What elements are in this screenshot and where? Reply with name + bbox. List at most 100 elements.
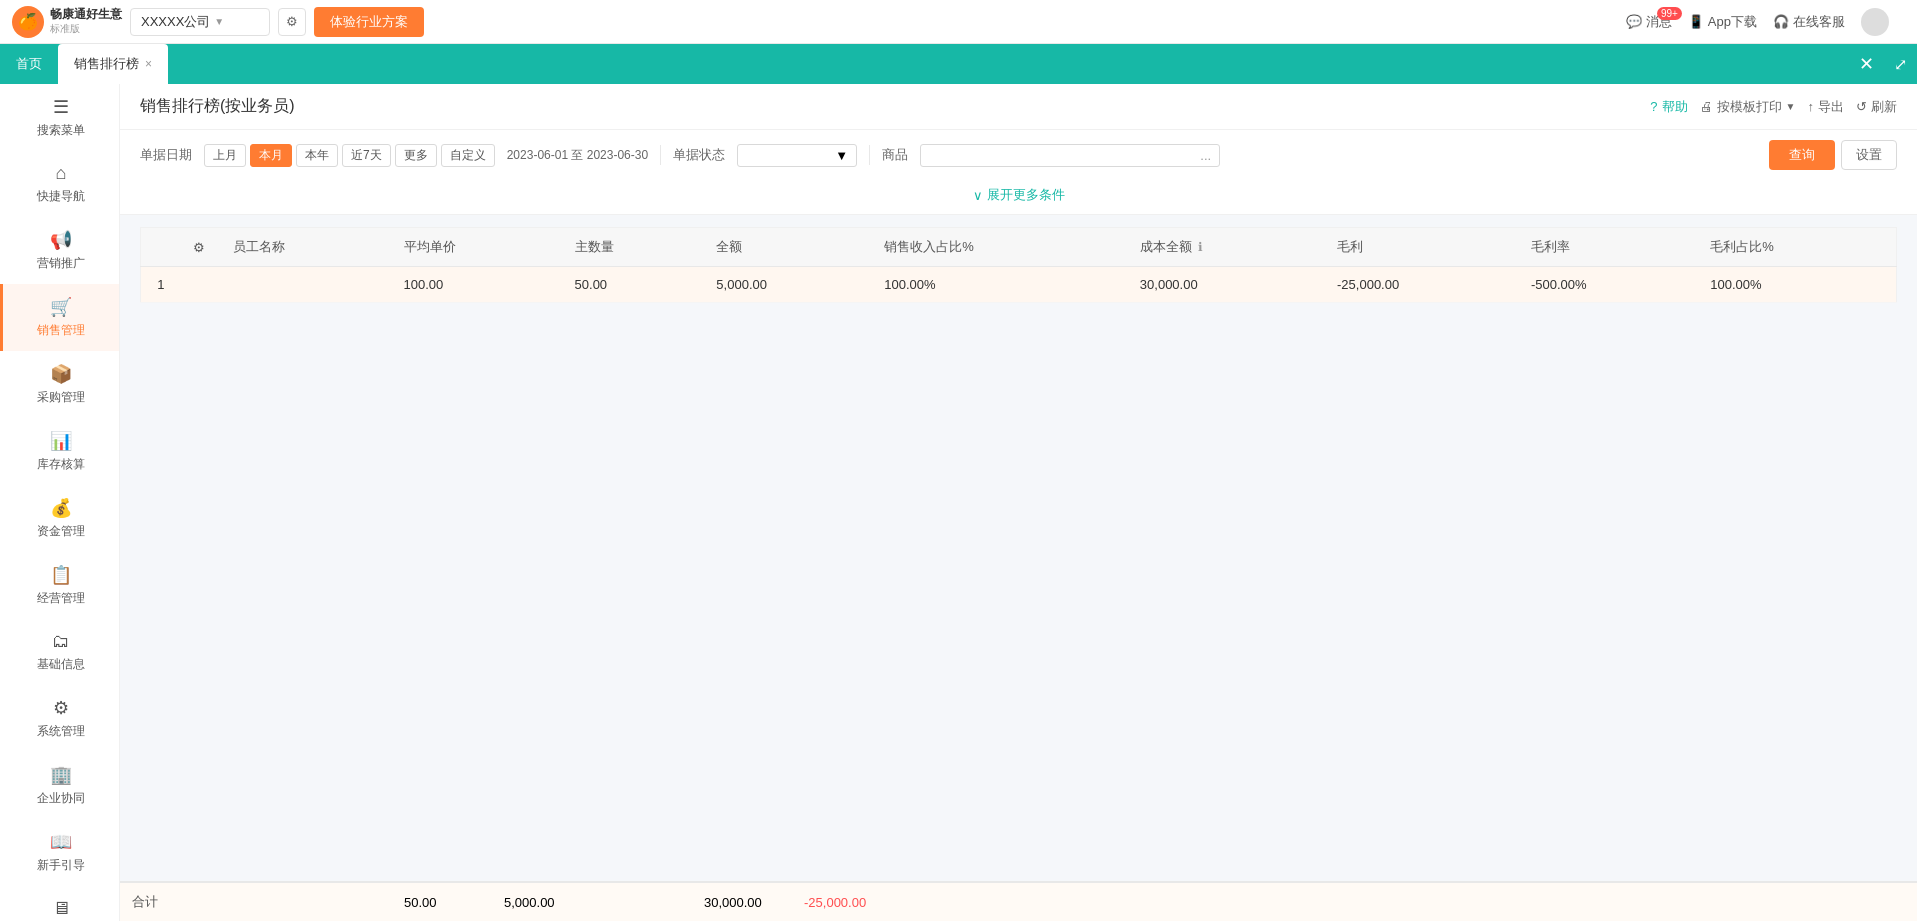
date-buttons: 上月本月本年近7天更多自定义 — [204, 144, 495, 167]
sidebar-icon-5: 📊 — [50, 430, 72, 452]
sidebar-label-1: 快捷导航 — [37, 188, 85, 205]
filter-divider2 — [869, 145, 870, 165]
export-button[interactable]: ↑ 导出 — [1808, 98, 1845, 116]
total-header: 全额 — [704, 228, 872, 267]
date-btn-更多[interactable]: 更多 — [395, 144, 437, 167]
rank-header — [141, 228, 181, 267]
sidebar-label-8: 基础信息 — [37, 656, 85, 673]
date-range: 2023-06-01 至 2023-06-30 — [507, 147, 648, 164]
sidebar-label-7: 经营管理 — [37, 590, 85, 607]
sidebar-item-6[interactable]: 💰资金管理 — [0, 485, 119, 552]
status-select[interactable]: ▼ — [737, 144, 857, 167]
window-close-button[interactable]: ✕ — [1849, 44, 1884, 84]
chevron-down-icon: ▼ — [1786, 101, 1796, 112]
chevron-down-icon: ∨ — [973, 188, 983, 203]
employee-header: 员工名称 — [221, 228, 392, 267]
template-print-button[interactable]: 🖨 按模板打印 ▼ — [1700, 98, 1796, 116]
table-container: ⚙ 员工名称 平均单价 主数量 全额 销售收入占比% 成本全额 ℹ 毛利 毛利率… — [120, 215, 1917, 881]
goods-filter-label: 商品 — [882, 146, 908, 164]
footer-employee — [192, 895, 292, 910]
sales-pct-header: 销售收入占比% — [872, 228, 1128, 267]
message-icon: 💬 — [1626, 14, 1642, 29]
export-label: 导出 — [1818, 98, 1844, 116]
avg-price-cell: 100.00 — [392, 267, 563, 303]
logo-icon: 🍊 — [12, 6, 44, 38]
footer-main-qty: 50.00 — [392, 895, 492, 910]
date-btn-本年[interactable]: 本年 — [296, 144, 338, 167]
logo-text: 畅康通好生意 标准版 — [50, 7, 122, 35]
page-header: 销售排行榜(按业务员) ? 帮助 🖨 按模板打印 ▼ ↑ 导出 ↺ 刷新 — [120, 84, 1917, 130]
expand-conditions-button[interactable]: ∨ 展开更多条件 — [973, 186, 1065, 204]
sidebar-item-5[interactable]: 📊库存核算 — [0, 418, 119, 485]
sidebar-item-10[interactable]: 🏢企业协同 — [0, 752, 119, 819]
date-btn-近7天[interactable]: 近7天 — [342, 144, 391, 167]
cost-info-icon[interactable]: ℹ — [1198, 240, 1203, 254]
chevron-down-icon: ▼ — [214, 16, 224, 27]
window-expand-button[interactable]: ⤢ — [1884, 55, 1917, 74]
logo-sub: 标准版 — [50, 22, 122, 36]
sidebar-icon-0: ☰ — [53, 96, 69, 118]
company-selector[interactable]: XXXXX公司 ▼ — [130, 8, 270, 36]
trial-button[interactable]: 体验行业方案 — [314, 7, 424, 37]
sidebar-item-4[interactable]: 📦采购管理 — [0, 351, 119, 418]
select-arrow-icon: ▼ — [835, 148, 848, 163]
sidebar-icon-8: 🗂 — [52, 631, 70, 652]
sidebar-item-7[interactable]: 📋 经营管理 — [0, 552, 119, 619]
tab-home[interactable]: 首页 — [0, 44, 58, 84]
message-button[interactable]: 💬 消息 99+ — [1626, 13, 1672, 31]
date-btn-本月[interactable]: 本月 — [250, 144, 292, 167]
sidebar-icon-10: 🏢 — [50, 764, 72, 786]
query-button[interactable]: 查询 — [1769, 140, 1835, 170]
refresh-button[interactable]: ↺ 刷新 — [1856, 98, 1897, 116]
footer-avg-price — [292, 895, 392, 910]
refresh-label: 刷新 — [1871, 98, 1897, 116]
filter-settings-button[interactable]: 设置 — [1841, 140, 1897, 170]
export-icon: ↑ — [1808, 99, 1815, 114]
filter-divider — [660, 145, 661, 165]
sidebar-item-2[interactable]: 📢营销推广 — [0, 217, 119, 284]
sidebar-icon-11: 📖 — [50, 831, 72, 853]
sidebar-item-3[interactable]: 🛒销售管理 — [0, 284, 119, 351]
gross-profit-cell: -25,000.00 — [1325, 267, 1519, 303]
tab-sales-ranking[interactable]: 销售排行榜 × — [58, 44, 168, 84]
filter-row: 单据日期 上月本月本年近7天更多自定义 2023-06-01 至 2023-06… — [140, 140, 1897, 170]
gross-profit-header: 毛利 — [1325, 228, 1519, 267]
sidebar-item-0[interactable]: ☰ 搜索菜单 — [0, 84, 119, 151]
logo-area: 🍊 畅康通好生意 标准版 — [12, 6, 122, 38]
data-table: ⚙ 员工名称 平均单价 主数量 全额 销售收入占比% 成本全额 ℹ 毛利 毛利率… — [140, 227, 1897, 303]
online-service-label: 在线客服 — [1793, 13, 1845, 31]
sidebar-item-11[interactable]: 📖新手引导 — [0, 819, 119, 886]
date-btn-自定义[interactable]: 自定义 — [441, 144, 495, 167]
sidebar-item-12[interactable]: 🖥应用中心 — [0, 886, 119, 921]
settings-header[interactable]: ⚙ — [181, 228, 221, 267]
app-download-button[interactable]: 📱 App下载 — [1688, 13, 1757, 31]
template-label: 按模板打印 — [1717, 98, 1782, 116]
gross-rate-cell: -500.00% — [1519, 267, 1698, 303]
help-label: 帮助 — [1662, 98, 1688, 116]
sidebar-item-1[interactable]: ⌂快捷导航 — [0, 151, 119, 217]
employee-cell — [221, 267, 392, 303]
content-area: 销售排行榜(按业务员) ? 帮助 🖨 按模板打印 ▼ ↑ 导出 ↺ 刷新 — [120, 84, 1917, 921]
main-layout: ☰ 搜索菜单 ⌂快捷导航📢营销推广🛒销售管理📦采购管理📊库存核算💰资金管理 📋 经营管理… — [0, 84, 1917, 921]
sidebar-label-0: 搜索菜单 — [37, 122, 85, 139]
sidebar-item-8[interactable]: 🗂 基础信息 — [0, 619, 119, 685]
nav-tabs: 首页 销售排行榜 × ✕ ⤢ — [0, 44, 1917, 84]
logo-title: 畅康通好生意 — [50, 7, 122, 21]
sidebar-icon-7: 📋 — [50, 564, 72, 586]
rank-cell: 1 — [141, 267, 181, 303]
goods-select[interactable]: ... — [920, 144, 1220, 167]
online-service-button[interactable]: 🎧 在线客服 — [1773, 13, 1845, 31]
help-button[interactable]: ? 帮助 — [1650, 98, 1687, 116]
sidebar-icon-9: ⚙ — [53, 697, 69, 719]
footer-sales-pct — [592, 895, 692, 910]
sidebar-item-9[interactable]: ⚙系统管理 — [0, 685, 119, 752]
date-btn-上月[interactable]: 上月 — [204, 144, 246, 167]
page-header-actions: ? 帮助 🖨 按模板打印 ▼ ↑ 导出 ↺ 刷新 — [1650, 98, 1897, 116]
sales-pct-cell: 100.00% — [872, 267, 1128, 303]
expand-label: 展开更多条件 — [987, 186, 1065, 204]
avg-price-header: 平均单价 — [392, 228, 563, 267]
main-qty-cell: 50.00 — [563, 267, 705, 303]
ellipsis-icon[interactable]: ... — [1200, 148, 1211, 163]
settings-icon[interactable]: ⚙ — [278, 8, 306, 36]
close-icon[interactable]: × — [145, 57, 152, 71]
